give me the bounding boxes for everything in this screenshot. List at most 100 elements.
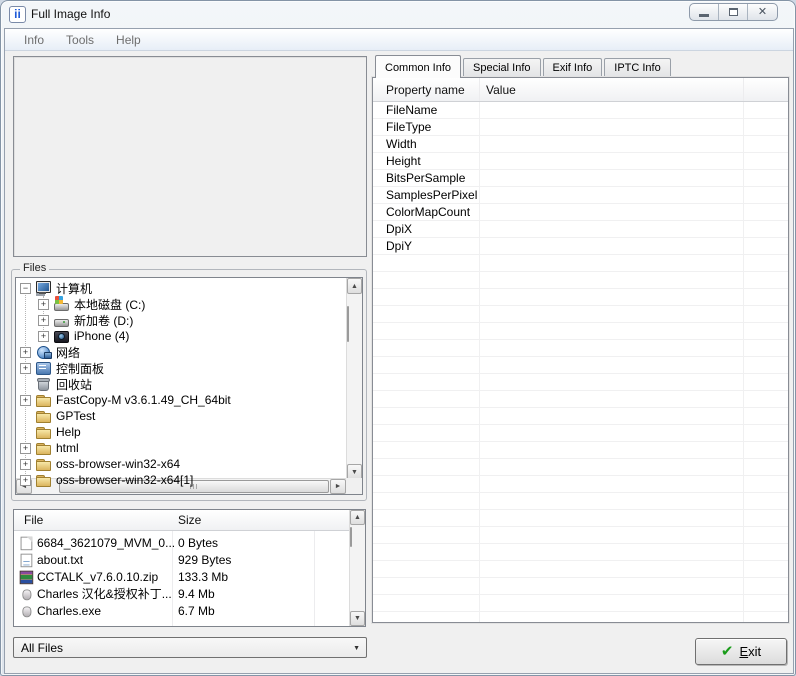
property-name: Width bbox=[386, 137, 417, 151]
menubar: Info Tools Help bbox=[5, 29, 793, 51]
app-window: ii Full Image Info ✕ Info Tools Help Fil… bbox=[0, 0, 796, 676]
property-row[interactable]: BitsPerSample bbox=[373, 170, 788, 187]
collapse-icon[interactable] bbox=[20, 282, 31, 294]
charles-app-icon bbox=[19, 603, 33, 617]
arrow-down-icon: ▼ bbox=[351, 468, 358, 476]
property-row[interactable]: DpiX bbox=[373, 221, 788, 238]
menu-info[interactable]: Info bbox=[13, 29, 55, 51]
folder-icon bbox=[35, 440, 51, 456]
column-divider bbox=[743, 78, 744, 101]
scrollbar-thumb[interactable] bbox=[350, 527, 352, 547]
property-table-header: Property name Value bbox=[373, 78, 788, 102]
property-name: SamplesPerPixel bbox=[386, 188, 478, 202]
tree-item-computer[interactable]: 计算机 bbox=[16, 280, 345, 296]
file-row[interactable]: Charles.exe 6.7 Mb bbox=[14, 602, 348, 619]
tab-iptc-info[interactable]: IPTC Info bbox=[604, 58, 671, 78]
scrollbar-corner bbox=[346, 478, 362, 494]
tree-item-iphone[interactable]: iPhone (4) bbox=[16, 328, 345, 344]
tree-vertical-scrollbar[interactable]: ▲ ▼ bbox=[346, 278, 362, 480]
column-divider bbox=[479, 102, 480, 622]
property-name: DpiY bbox=[386, 239, 413, 253]
property-row[interactable]: Width bbox=[373, 136, 788, 153]
expand-icon[interactable] bbox=[38, 330, 49, 342]
property-row[interactable]: ColorMapCount bbox=[373, 204, 788, 221]
folder-icon bbox=[35, 424, 51, 440]
property-name: BitsPerSample bbox=[386, 171, 466, 185]
tree-item-fastcopy[interactable]: FastCopy-M v3.6.1.49_CH_64bit bbox=[16, 392, 345, 408]
expand-icon[interactable] bbox=[38, 298, 49, 310]
file-row[interactable]: Charles 汉化&授权补丁... 9.4 Mb bbox=[14, 585, 348, 602]
property-name: DpiX bbox=[386, 222, 413, 236]
tree-item-recycle-bin[interactable]: 回收站 bbox=[16, 376, 345, 392]
tree-item-volume-d[interactable]: 新加卷 (D:) bbox=[16, 312, 345, 328]
menu-help[interactable]: Help bbox=[105, 29, 152, 51]
close-button[interactable]: ✕ bbox=[748, 4, 777, 20]
titlebar: ii Full Image Info ✕ bbox=[1, 1, 795, 28]
file-row[interactable]: 6684_3621079_MVM_0... 0 Bytes bbox=[14, 534, 348, 551]
column-header-value[interactable]: Value bbox=[486, 83, 516, 97]
tree-item-control-panel[interactable]: 控制面板 bbox=[16, 360, 345, 376]
close-icon: ✕ bbox=[757, 5, 768, 18]
expand-icon[interactable] bbox=[20, 394, 31, 406]
property-row[interactable]: FileType bbox=[373, 119, 788, 136]
tree-item-oss-browser-1[interactable]: oss-browser-win32-x64[1] bbox=[16, 472, 345, 488]
maximize-button[interactable] bbox=[719, 4, 748, 20]
tree-item-label: 计算机 bbox=[56, 281, 93, 296]
minimize-icon bbox=[699, 14, 709, 17]
camera-icon bbox=[53, 328, 69, 344]
tree-item-network[interactable]: 网络 bbox=[16, 344, 345, 360]
file-size: 6.7 Mb bbox=[178, 603, 215, 618]
file-name: CCTALK_v7.6.0.10.zip bbox=[37, 569, 159, 584]
scrollbar-thumb[interactable] bbox=[347, 306, 349, 342]
menu-tools[interactable]: Tools bbox=[55, 29, 105, 51]
tree-item-oss-browser[interactable]: oss-browser-win32-x64 bbox=[16, 456, 345, 472]
file-size: 9.4 Mb bbox=[178, 586, 215, 601]
file-filter-combobox[interactable]: All Files ▼ bbox=[13, 637, 367, 658]
tab-common-info[interactable]: Common Info bbox=[375, 55, 462, 78]
folder-icon bbox=[35, 472, 51, 488]
expand-icon[interactable] bbox=[38, 314, 49, 326]
expand-icon[interactable] bbox=[20, 346, 31, 358]
file-name: 6684_3621079_MVM_0... bbox=[37, 535, 176, 550]
tree-item-gptest[interactable]: GPTest bbox=[16, 408, 345, 424]
minimize-button[interactable] bbox=[690, 4, 719, 20]
info-tabs: Common Info Special Info Exif Info IPTC … bbox=[375, 55, 673, 78]
expand-icon[interactable] bbox=[20, 474, 31, 486]
scroll-up-button[interactable]: ▲ bbox=[347, 278, 362, 294]
property-row[interactable]: FileName bbox=[373, 102, 788, 119]
file-row[interactable]: CCTALK_v7.6.0.10.zip 133.3 Mb bbox=[14, 568, 348, 585]
tree-item-html[interactable]: html bbox=[16, 440, 345, 456]
tab-exif-info[interactable]: Exif Info bbox=[542, 58, 603, 78]
property-name: FileName bbox=[386, 103, 438, 117]
expand-icon[interactable] bbox=[20, 362, 31, 374]
tree-item-label: Help bbox=[56, 425, 81, 439]
property-row[interactable]: SamplesPerPixel bbox=[373, 187, 788, 204]
tree-item-local-disk-c[interactable]: 本地磁盘 (C:) bbox=[16, 296, 345, 312]
expand-icon[interactable] bbox=[20, 442, 31, 454]
tree-item-label: 新加卷 (D:) bbox=[74, 313, 134, 328]
property-row[interactable]: Height bbox=[373, 153, 788, 170]
file-size: 0 Bytes bbox=[178, 535, 219, 550]
file-row[interactable]: about.txt 929 Bytes bbox=[14, 551, 348, 568]
tree-item-label: oss-browser-win32-x64 bbox=[56, 457, 181, 471]
scroll-down-button[interactable]: ▼ bbox=[350, 611, 365, 626]
file-list-vertical-scrollbar[interactable]: ▲ ▼ bbox=[349, 510, 365, 626]
expand-icon[interactable] bbox=[20, 458, 31, 470]
column-header-size[interactable]: Size bbox=[178, 513, 201, 527]
tree-item-label: 回收站 bbox=[56, 377, 93, 392]
tree-item-label: GPTest bbox=[56, 409, 96, 423]
property-row[interactable]: DpiY bbox=[373, 238, 788, 255]
scroll-up-button[interactable]: ▲ bbox=[350, 510, 365, 525]
exit-button[interactable]: ✔ Exit bbox=[695, 638, 787, 665]
exit-button-label: Exit bbox=[739, 644, 762, 659]
file-list[interactable]: File Size 6684_3621079_MVM_0... 0 Bytes a… bbox=[13, 509, 366, 627]
column-header-file[interactable]: File bbox=[24, 513, 43, 527]
tree-item-help[interactable]: Help bbox=[16, 424, 345, 440]
arrow-up-icon: ▲ bbox=[354, 514, 361, 521]
network-icon bbox=[35, 344, 52, 360]
file-list-header: File Size bbox=[14, 510, 365, 531]
tab-special-info[interactable]: Special Info bbox=[463, 58, 541, 78]
folder-tree[interactable]: 计算机 本地磁盘 (C:) 新加卷 (D:) iPhone (4) 网络 控制面… bbox=[15, 277, 363, 495]
column-header-property-name[interactable]: Property name bbox=[386, 83, 465, 97]
